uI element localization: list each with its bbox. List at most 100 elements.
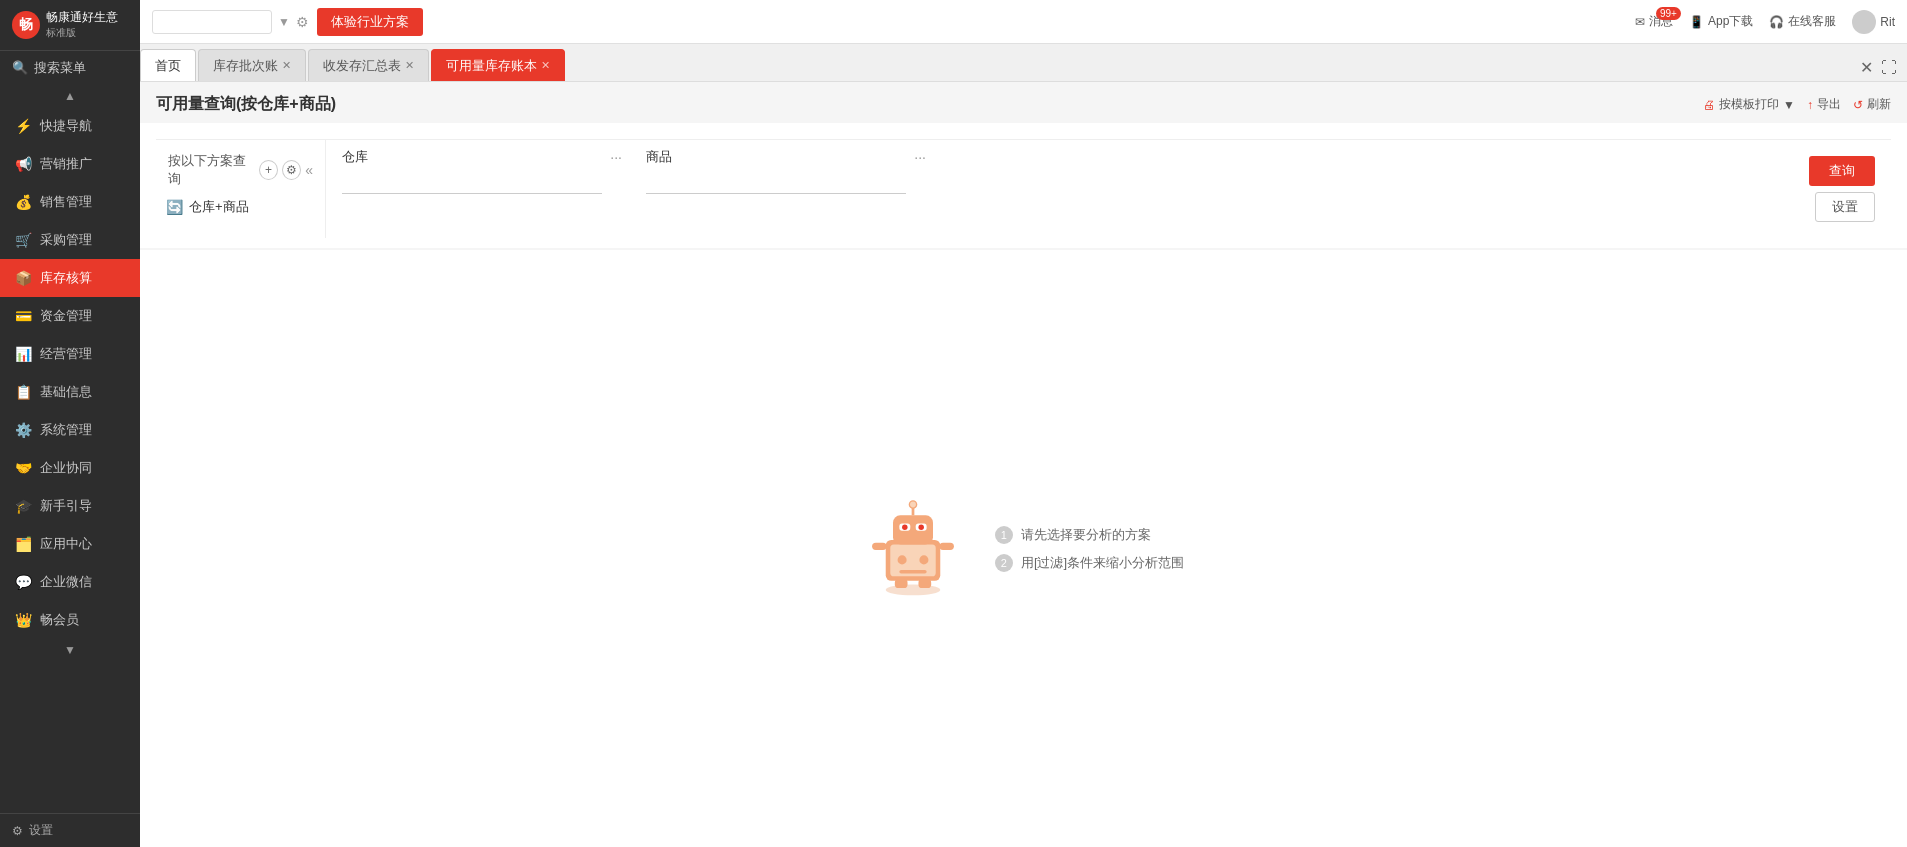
tab-fullscreen-btn[interactable]: ⛶ [1881,59,1897,77]
svg-point-4 [919,555,928,564]
empty-tips: 1 请先选择要分析的方案 2 用[过滤]条件来缩小分析范围 [995,526,1184,572]
tab-receipt-summary-close[interactable]: ✕ [405,59,414,72]
sidebar-item-app-center[interactable]: 🗂️ 应用中心 [0,525,140,563]
scheme-item-icon: 🔄 [166,199,183,215]
app-center-icon: 🗂️ [14,535,32,553]
query-add-scheme-btn[interactable]: + [259,160,278,180]
svg-rect-5 [899,569,926,573]
tabbar-right: ✕ ⛶ [1860,58,1907,81]
print-btn[interactable]: 🖨 按模板打印 ▼ [1703,96,1795,113]
sidebar-item-system[interactable]: ⚙️ 系统管理 [0,411,140,449]
page-header: 可用量查询(按仓库+商品) 🖨 按模板打印 ▼ ↑ 导出 ↺ 刷新 [140,82,1907,123]
app-download-label: App下载 [1708,13,1753,30]
sidebar-item-sales[interactable]: 💰 销售管理 [0,183,140,221]
tab-close-btn[interactable]: ✕ [1860,58,1873,77]
topbar-message[interactable]: ✉ 消息 99+ [1635,13,1673,30]
topbar-gear-icon[interactable]: ⚙ [296,14,309,30]
scroll-down-btn[interactable]: ▼ [64,643,76,657]
trial-industry-btn[interactable]: 体验行业方案 [317,8,423,36]
query-left-panel: 按以下方案查询 + ⚙ « 🔄 仓库+商品 [156,140,326,238]
page-actions: 🖨 按模板打印 ▼ ↑ 导出 ↺ 刷新 [1703,96,1891,113]
sidebar-scroll-up[interactable]: ▲ [0,85,140,107]
tab-available-ledger-close[interactable]: ✕ [541,59,550,72]
scroll-up-btn[interactable]: ▲ [64,89,76,103]
warehouse-field: 仓库 ··· [342,148,622,194]
sidebar-item-label: 快捷导航 [40,117,92,135]
empty-tip-1: 1 请先选择要分析的方案 [995,526,1184,544]
sidebar-item-purchase[interactable]: 🛒 采购管理 [0,221,140,259]
sidebar-item-inventory[interactable]: 📦 库存核算 [0,259,140,297]
topbar-user[interactable]: Rit [1852,10,1895,34]
svg-rect-16 [918,579,931,588]
topbar-search-input[interactable] [152,10,272,34]
query-collapse-btn[interactable]: « [305,162,313,178]
member-icon: 👑 [14,611,32,629]
topbar-app-download[interactable]: 📱 App下载 [1689,13,1753,30]
sidebar-item-member[interactable]: 👑 畅会员 [0,601,140,639]
warehouse-input[interactable] [342,170,602,194]
sidebar-item-quick-nav[interactable]: ⚡ 快捷导航 [0,107,140,145]
main-area: ▼ ⚙ 体验行业方案 ✉ 消息 99+ 📱 App下载 🎧 在线客服 Rit [140,0,1907,847]
sidebar-item-finance[interactable]: 💳 资金管理 [0,297,140,335]
logo-icon: 畅 [12,11,40,39]
sidebar-nav: ▲ ⚡ 快捷导航 📢 营销推广 💰 销售管理 🛒 采购管理 📦 库存核算 💳 资… [0,85,140,813]
enterprise-icon: 🤝 [14,459,32,477]
product-field-header: 商品 ··· [646,148,926,166]
warehouse-field-header: 仓库 ··· [342,148,622,166]
sidebar-item-enterprise[interactable]: 🤝 企业协同 [0,449,140,487]
warehouse-label: 仓库 [342,148,368,166]
sidebar-item-label: 系统管理 [40,421,92,439]
sidebar-search[interactable]: 🔍 搜索菜单 [0,51,140,85]
query-btn[interactable]: 查询 [1809,156,1875,186]
sidebar-bottom[interactable]: ⚙ 设置 [0,813,140,847]
message-icon: ✉ [1635,15,1645,29]
sidebar-title: 畅康通好生意 标准版 [46,10,118,40]
svg-point-12 [909,500,916,507]
operations-icon: 📊 [14,345,32,363]
query-right-area: 仓库 ··· 商品 ··· [326,140,1891,238]
export-label: 导出 [1817,96,1841,113]
svg-point-10 [918,524,923,529]
tab-home[interactable]: 首页 [140,49,196,81]
product-input[interactable] [646,170,906,194]
tip-text-1: 请先选择要分析的方案 [1021,526,1151,544]
tab-batch-ledger-close[interactable]: ✕ [282,59,291,72]
sidebar-item-marketing[interactable]: 📢 营销推广 [0,145,140,183]
scheme-item-warehouse-product[interactable]: 🔄 仓库+商品 [156,192,325,222]
settings-icon: ⚙ [12,824,23,838]
tab-home-label: 首页 [155,57,181,75]
svg-point-0 [886,584,941,595]
sidebar-item-label: 销售管理 [40,193,92,211]
app-download-icon: 📱 [1689,15,1704,29]
export-btn[interactable]: ↑ 导出 [1807,96,1841,113]
warehouse-more-icon[interactable]: ··· [610,149,622,165]
query-scheme-settings-btn[interactable]: ⚙ [282,160,301,180]
product-label: 商品 [646,148,672,166]
topbar-search-area: ▼ ⚙ [152,10,309,34]
tab-receipt-summary[interactable]: 收发存汇总表 ✕ [308,49,429,81]
product-more-icon[interactable]: ··· [914,149,926,165]
sidebar-item-operations[interactable]: 📊 经营管理 [0,335,140,373]
sidebar-item-newbie[interactable]: 🎓 新手引导 [0,487,140,525]
tab-batch-ledger[interactable]: 库存批次账 ✕ [198,49,306,81]
scheme-item-label: 仓库+商品 [189,198,249,216]
message-badge: 99+ [1656,7,1681,20]
inventory-icon: 📦 [14,269,32,287]
settings-btn[interactable]: 设置 [1815,192,1875,222]
topbar-online-service[interactable]: 🎧 在线客服 [1769,13,1836,30]
system-icon: ⚙️ [14,421,32,439]
dropdown-icon[interactable]: ▼ [278,15,290,29]
tabbar: 首页 库存批次账 ✕ 收发存汇总表 ✕ 可用量库存账本 ✕ ✕ ⛶ [140,44,1907,82]
sidebar-item-enterprise-wechat[interactable]: 💬 企业微信 [0,563,140,601]
sales-icon: 💰 [14,193,32,211]
purchase-icon: 🛒 [14,231,32,249]
tab-batch-ledger-label: 库存批次账 [213,57,278,75]
sidebar-item-basic-info[interactable]: 📋 基础信息 [0,373,140,411]
query-action-col: 查询 设置 [1793,148,1875,230]
refresh-btn[interactable]: ↺ 刷新 [1853,96,1891,113]
sidebar-scroll-down[interactable]: ▼ [0,639,140,661]
sidebar-item-label: 新手引导 [40,497,92,515]
svg-rect-13 [872,542,887,549]
tab-available-ledger[interactable]: 可用量库存账本 ✕ [431,49,565,81]
sidebar-item-label: 企业微信 [40,573,92,591]
